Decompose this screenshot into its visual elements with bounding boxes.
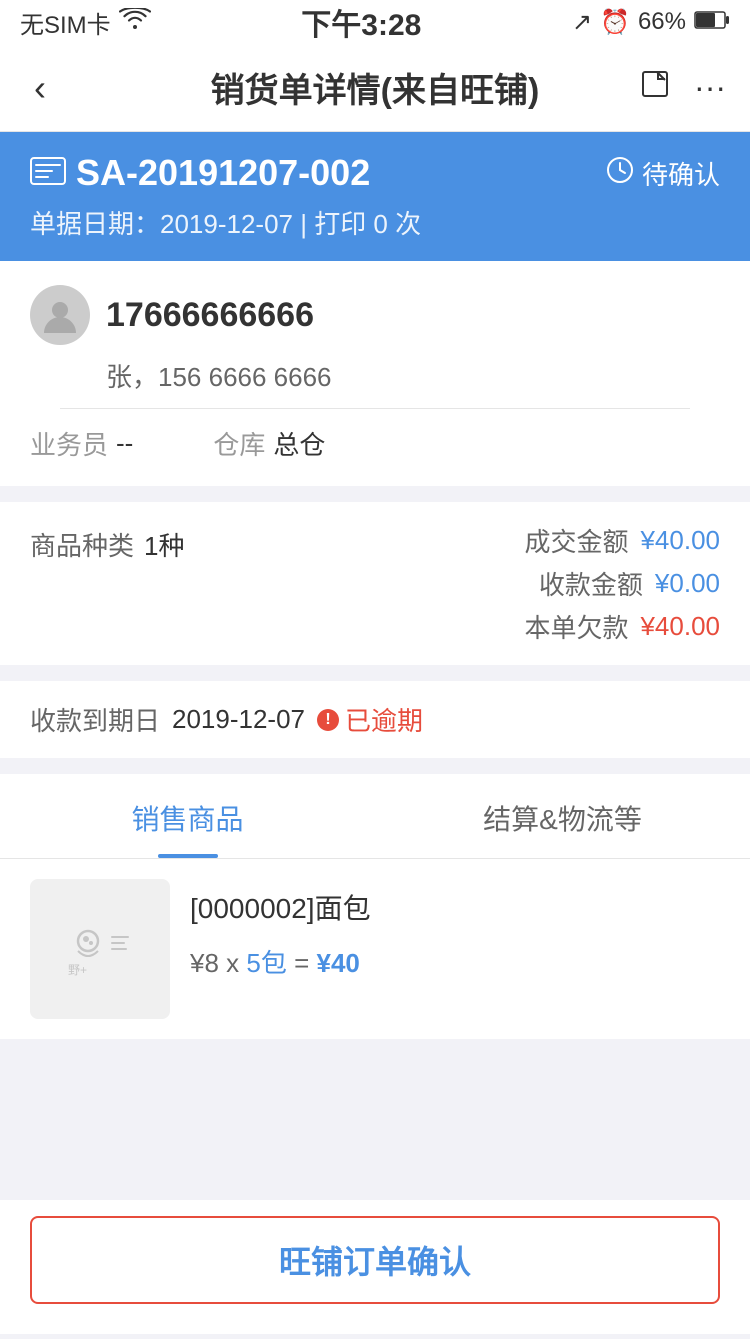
section-divider-3 <box>0 758 750 774</box>
avatar <box>30 285 90 345</box>
product-types-field: 商品种类 1种 <box>30 522 184 563</box>
product-price: ¥8 x 5包 = ¥40 <box>190 943 720 980</box>
battery-icon <box>694 8 730 36</box>
product-name: [0000002]面包 <box>190 887 720 927</box>
status-left: 无SIM卡 <box>20 5 151 40</box>
deal-amount-row: 成交金额 ¥40.00 <box>524 522 720 559</box>
overdue-badge: ! 已逾期 <box>317 701 423 738</box>
product-info: [0000002]面包 ¥8 x 5包 = ¥40 <box>190 879 720 980</box>
overdue-dot-icon: ! <box>317 709 339 731</box>
order-header: SA-20191207-002 待确认 单据日期：2019-12-07 | 打印… <box>0 132 750 261</box>
warehouse-field: 仓库 总仓 <box>213 425 325 462</box>
status-bar: 无SIM卡 下午3:28 ↗ ⏰ 66% <box>0 0 750 44</box>
customer-name: 张，156 6666 6666 <box>30 357 720 394</box>
status-time: 下午3:28 <box>301 0 421 44</box>
back-button[interactable]: ‹ <box>24 57 56 119</box>
bottom-bar: 旺铺订单确认 <box>0 1200 750 1334</box>
amounts-field: 成交金额 ¥40.00 收款金额 ¥0.00 本单欠款 ¥40.00 <box>524 522 720 645</box>
section-divider-2 <box>0 665 750 681</box>
due-date-section: 收款到期日 2019-12-07 ! 已逾期 <box>0 681 750 758</box>
summary-section: 商品种类 1种 成交金额 ¥40.00 收款金额 ¥0.00 本单欠款 ¥40.… <box>0 502 750 665</box>
battery-level: 66% <box>638 8 686 36</box>
customer-phone: 17666666666 <box>106 296 314 335</box>
wifi-icon <box>119 8 151 37</box>
order-status: 待确认 <box>606 155 720 192</box>
customer-meta: 业务员 -- 仓库 总仓 <box>30 425 720 462</box>
received-amount-row: 收款金额 ¥0.00 <box>539 565 720 602</box>
status-right: ↗ ⏰ 66% <box>572 8 730 37</box>
product-list: 野+ [0000002]面包 ¥8 x 5包 = ¥40 <box>0 859 750 1039</box>
product-image: 野+ <box>30 879 170 1019</box>
svg-text:野+: 野+ <box>68 963 87 977</box>
product-item: 野+ [0000002]面包 ¥8 x 5包 = ¥40 <box>30 879 720 1019</box>
confirm-button[interactable]: 旺铺订单确认 <box>30 1216 720 1304</box>
share-icon[interactable] <box>640 69 670 107</box>
more-icon[interactable]: ··· <box>694 69 726 106</box>
location-icon: ↗ <box>572 8 592 37</box>
tab-settlement[interactable]: 结算&物流等 <box>375 774 750 858</box>
customer-card: 17666666666 张，156 6666 6666 业务员 -- 仓库 总仓 <box>0 261 750 486</box>
section-divider-1 <box>0 486 750 502</box>
tabs-container: 销售商品 结算&物流等 <box>0 774 750 859</box>
sim-status: 无SIM卡 <box>20 5 111 40</box>
debt-amount-row: 本单欠款 ¥40.00 <box>524 608 720 645</box>
tab-sales-products[interactable]: 销售商品 <box>0 774 375 858</box>
order-date: 单据日期：2019-12-07 | 打印 0 次 <box>30 204 720 241</box>
nav-actions: ··· <box>640 69 726 107</box>
order-number: SA-20191207-002 <box>30 152 370 194</box>
clock-icon <box>606 156 634 191</box>
salesperson-field: 业务员 -- <box>30 425 133 462</box>
nav-bar: ‹ 销货单详情(来自旺铺) ··· <box>0 44 750 132</box>
alarm-icon: ⏰ <box>600 8 630 37</box>
order-icon <box>30 152 66 194</box>
nav-title: 销货单详情(来自旺铺) <box>211 63 540 112</box>
